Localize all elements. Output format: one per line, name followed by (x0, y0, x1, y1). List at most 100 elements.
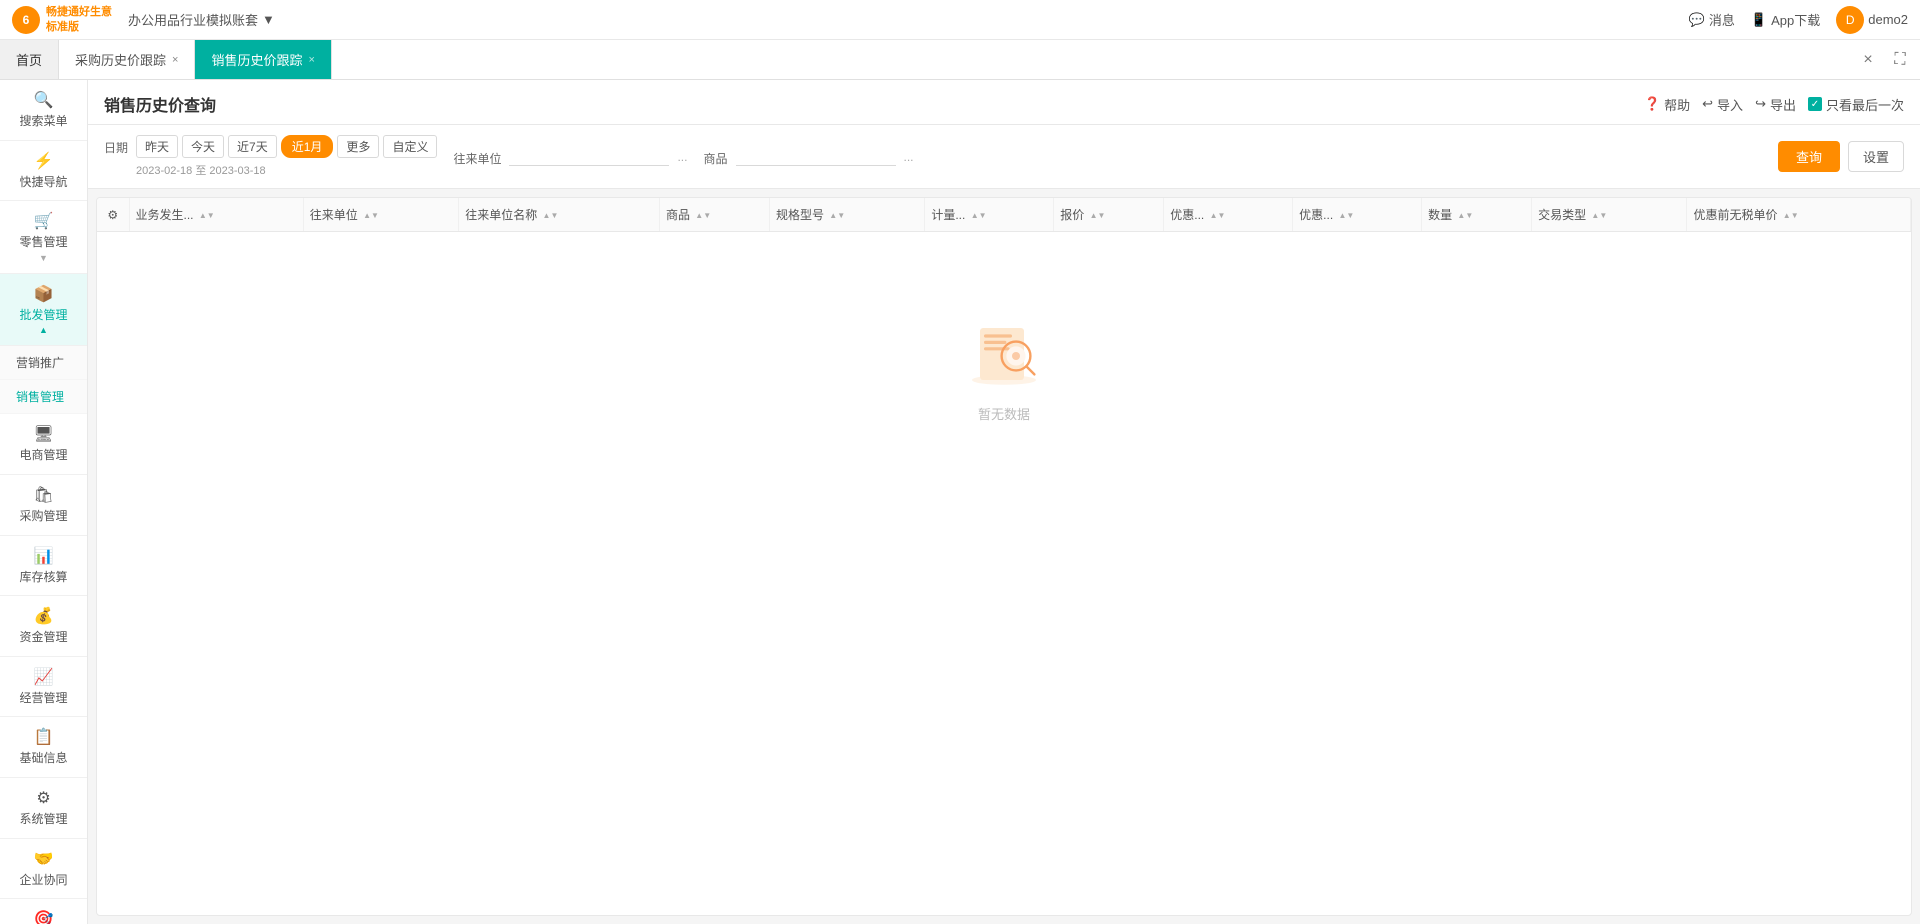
col-counterpart-name[interactable]: 往来单位名称 ▲▼ (459, 198, 660, 232)
sidebar-sub-item-marketing[interactable]: 营销推广 (0, 346, 87, 380)
app-download-action[interactable]: 📱 App下载 (1751, 10, 1820, 29)
tab-purchase-history-close[interactable]: × (172, 54, 178, 66)
sidebar-item-basic-info[interactable]: 📋 基础信息 (0, 717, 87, 778)
search-icon: 🔍 (34, 90, 54, 110)
col-discount1[interactable]: 优惠... ▲▼ (1164, 198, 1293, 232)
tab-purchase-history[interactable]: 采购历史价跟踪 × (59, 40, 195, 79)
sort-icon-3: ▲▼ (543, 211, 559, 220)
col-spec[interactable]: 规格型号 ▲▼ (769, 198, 924, 232)
tab-home[interactable]: 首页 (0, 40, 59, 79)
empty-state: 暂无数据 (97, 232, 1911, 503)
tab-purchase-history-label: 采购历史价跟踪 (75, 50, 166, 69)
logo-area: 6 畅捷通好生意 标准版 (12, 5, 112, 34)
gear-icon: ⚙ (36, 788, 50, 808)
empty-text: 暂无数据 (978, 404, 1030, 423)
date-btn-1month[interactable]: 近1月 (281, 135, 334, 158)
date-btn-yesterday[interactable]: 昨天 (136, 135, 178, 158)
sidebar-item-operations[interactable]: 📈 经营管理 (0, 657, 87, 718)
message-action[interactable]: 💬 消息 (1689, 10, 1735, 29)
sort-icon-5: ▲▼ (829, 211, 845, 220)
sort-icon-6: ▲▼ (971, 211, 987, 220)
monitor-icon: 🖥 (33, 424, 53, 444)
sidebar-item-finance[interactable]: 💰 资金管理 (0, 596, 87, 657)
workspace-selector[interactable]: 办公用品行业模拟账套 ▼ (120, 6, 283, 33)
header-right: 💬 消息 📱 App下载 D demo2 (1689, 6, 1908, 34)
table-header: ⚙ 业务发生... ▲▼ 往来单位 ▲▼ 往来单位名称 ▲▼ 商品 ▲▼ (97, 198, 1911, 232)
query-button[interactable]: 查询 (1778, 141, 1840, 172)
show-last-only-toggle[interactable]: ✓ 只看最后一次 (1808, 95, 1904, 114)
tab-sales-history-close[interactable]: × (308, 54, 314, 66)
counterpart-input[interactable] (509, 147, 669, 166)
filter-area: 日期 昨天 今天 近7天 近1月 更多 自定义 2023-02-18 至 202… (88, 125, 1920, 189)
sidebar-item-wholesale-mgmt[interactable]: 📦 批发管理 ▲ (0, 274, 87, 347)
clipboard-icon: 📋 (34, 727, 54, 747)
product-input[interactable] (736, 147, 896, 166)
date-btn-more[interactable]: 更多 (337, 135, 379, 158)
tab-bar: 首页 采购历史价跟踪 × 销售历史价跟踪 × × ⛶ (0, 40, 1920, 80)
sidebar-item-system[interactable]: ⚙ 系统管理 (0, 778, 87, 839)
sort-icon-11: ▲▼ (1591, 211, 1607, 220)
settings-button[interactable]: 设置 (1848, 141, 1904, 172)
sidebar-item-quick-nav[interactable]: ⚡ 快捷导航 (0, 141, 87, 202)
page-title: 销售历史价查询 (104, 92, 216, 116)
date-btn-custom[interactable]: 自定义 (383, 135, 437, 158)
table-header-row: ⚙ 业务发生... ▲▼ 往来单位 ▲▼ 往来单位名称 ▲▼ 商品 ▲▼ (97, 198, 1911, 232)
col-discount2[interactable]: 优惠... ▲▼ (1293, 198, 1422, 232)
empty-icon (954, 312, 1054, 392)
import-icon: ↩ (1702, 96, 1713, 112)
tab-bar-actions: × ⛶ (1856, 40, 1920, 79)
product-filter-group: 商品 ... (703, 146, 913, 167)
user-action[interactable]: D demo2 (1836, 6, 1908, 34)
col-unit[interactable]: 计量... ▲▼ (925, 198, 1054, 232)
sidebar-item-new-guide[interactable]: 🎯 新手引导 (0, 899, 87, 924)
sidebar-item-enterprise-collab[interactable]: 🤝 企业协同 (0, 839, 87, 900)
date-btn-today[interactable]: 今天 (182, 135, 224, 158)
help-action[interactable]: ❓ 帮助 (1644, 95, 1690, 114)
date-buttons: 昨天 今天 近7天 近1月 更多 自定义 2023-02-18 至 2023-0… (136, 135, 437, 178)
export-action[interactable]: ↪ 导出 (1755, 95, 1796, 114)
handshake-icon: 🤝 (34, 849, 54, 869)
sort-icon-9: ▲▼ (1339, 211, 1355, 220)
col-quantity[interactable]: 数量 ▲▼ (1422, 198, 1532, 232)
content-area: 销售历史价查询 ❓ 帮助 ↩ 导入 ↪ 导出 ✓ 只看最后一次 (88, 80, 1920, 924)
avatar: D (1836, 6, 1864, 34)
money-icon: 💰 (34, 606, 54, 626)
sort-icon-4: ▲▼ (695, 211, 711, 220)
sort-icon-10: ▲▼ (1457, 211, 1473, 220)
col-counterpart[interactable]: 往来单位 ▲▼ (303, 198, 458, 232)
col-settings[interactable]: ⚙ (97, 198, 129, 232)
sort-icon-8: ▲▼ (1210, 211, 1226, 220)
sort-icon-2: ▲▼ (363, 211, 379, 220)
expand-button[interactable]: ⛶ (1888, 48, 1912, 72)
sidebar-item-ecommerce[interactable]: 🖥 电商管理 (0, 414, 87, 475)
export-icon: ↪ (1755, 96, 1766, 112)
date-btn-7days[interactable]: 近7天 (228, 135, 277, 158)
download-icon: 📱 (1751, 12, 1767, 28)
checkbox-checked-icon: ✓ (1808, 97, 1822, 111)
tab-sales-history[interactable]: 销售历史价跟踪 × (195, 40, 331, 79)
sidebar-item-inventory[interactable]: 📊 库存核算 (0, 536, 87, 597)
cart-icon: 🛒 (34, 211, 54, 231)
import-action[interactable]: ↩ 导入 (1702, 95, 1743, 114)
message-icon: 💬 (1689, 12, 1705, 28)
box-icon: 📦 (34, 284, 54, 304)
col-quote[interactable]: 报价 ▲▼ (1054, 198, 1164, 232)
sidebar-item-search-menu[interactable]: 🔍 搜索菜单 (0, 80, 87, 141)
counterpart-filter-group: 往来单位 ... (453, 146, 687, 167)
sidebar-item-retail-mgmt[interactable]: 🛒 零售管理 ▼ (0, 201, 87, 274)
header-left: 6 畅捷通好生意 标准版 办公用品行业模拟账套 ▼ (12, 5, 283, 34)
col-trade-type[interactable]: 交易类型 ▲▼ (1532, 198, 1687, 232)
date-filter-group: 日期 昨天 今天 近7天 近1月 更多 自定义 2023-02-18 至 202… (104, 135, 437, 178)
date-btn-row: 昨天 今天 近7天 近1月 更多 自定义 (136, 135, 437, 158)
sidebar-item-purchase[interactable]: 🛍 采购管理 (0, 475, 87, 536)
help-icon: ❓ (1644, 96, 1660, 112)
col-biz-date[interactable]: 业务发生... ▲▼ (129, 198, 303, 232)
col-pretax-price[interactable]: 优惠前无税单价 ▲▼ (1687, 198, 1911, 232)
sidebar-sub-item-sales-mgmt[interactable]: 销售管理 (0, 380, 87, 414)
close-all-tabs-button[interactable]: × (1856, 48, 1880, 72)
table-container: ⚙ 业务发生... ▲▼ 往来单位 ▲▼ 往来单位名称 ▲▼ 商品 ▲▼ (96, 197, 1912, 916)
tab-home-label: 首页 (16, 50, 42, 69)
top-header: 6 畅捷通好生意 标准版 办公用品行业模拟账套 ▼ 💬 消息 📱 App下载 D… (0, 0, 1920, 40)
page-actions: ❓ 帮助 ↩ 导入 ↪ 导出 ✓ 只看最后一次 (1644, 95, 1904, 114)
col-product[interactable]: 商品 ▲▼ (659, 198, 769, 232)
